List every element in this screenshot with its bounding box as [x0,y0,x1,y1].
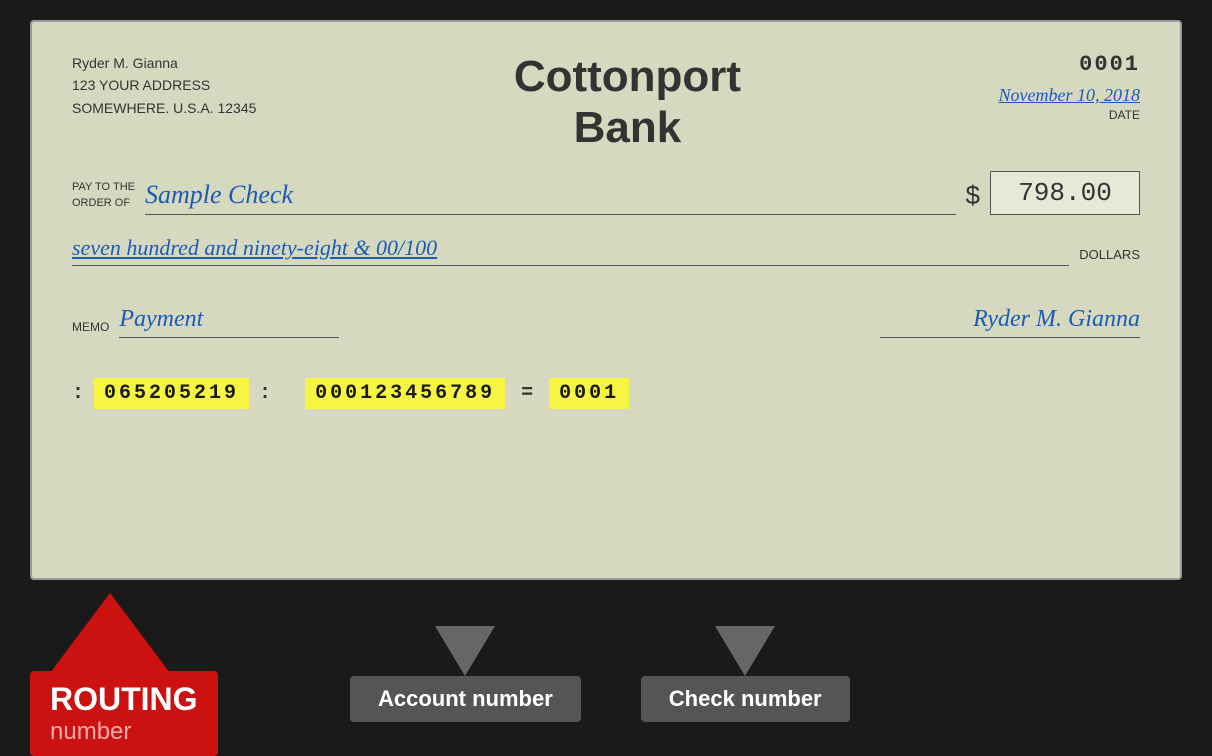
routing-label-container: ROUTING number [30,593,250,756]
amount-box: 798.00 [990,171,1140,215]
written-amount: seven hundred and ninety-eight & 00/100 [72,235,1069,266]
pay-to-label: PAY TO THE ORDER OF [72,180,135,215]
date-label: DATE [999,108,1140,122]
routing-label-line1: ROUTING [50,681,198,718]
holder-address1: 123 YOUR ADDRESS [72,74,256,96]
account-arrow-icon [435,626,495,676]
account-holder-address: Ryder M. Gianna 123 YOUR ADDRESS SOMEWHE… [72,52,256,119]
check-arrow-icon [715,626,775,676]
dollars-label: DOLLARS [1079,247,1140,266]
date-value: November 10, 2018 [999,85,1140,106]
holder-name: Ryder M. Gianna [72,52,256,74]
dollar-sign: $ [966,180,980,215]
micr-symbol-left: : [72,382,84,405]
bottom-area: ROUTING number Account number Check numb… [0,604,1212,744]
routing-arrow-icon [50,593,170,673]
pay-to-name: Sample Check [145,180,956,215]
routing-text-box: ROUTING number [30,671,218,756]
pay-to-row: PAY TO THE ORDER OF Sample Check $ 798.0… [72,171,1140,215]
check-number-top: 0001 [999,52,1140,77]
check-label-container: Check number [641,626,850,722]
bank-name: Cottonport Bank [514,52,741,153]
check-label-box: Check number [641,676,850,722]
check-top-row: Ryder M. Gianna 123 YOUR ADDRESS SOMEWHE… [72,52,1140,153]
micr-account-separator: = [521,382,533,405]
date-area: November 10, 2018 DATE [999,85,1140,122]
signature-area: Ryder M. Gianna [880,306,1140,338]
top-right: 0001 November 10, 2018 DATE [999,52,1140,122]
micr-check-number: 0001 [549,378,629,409]
check-body: Ryder M. Gianna 123 YOUR ADDRESS SOMEWHE… [30,20,1182,580]
micr-symbol-right: : [259,382,271,405]
micr-line: : 065205219 : 000123456789 = 0001 [72,378,1140,409]
signature-value: Ryder M. Gianna [973,306,1140,332]
routing-label-line2: number [50,718,198,746]
memo-value: Payment [119,306,339,338]
micr-account: 000123456789 [305,378,505,409]
micr-routing: 065205219 [94,378,249,409]
account-label-box: Account number [350,676,581,722]
written-amount-row: seven hundred and ninety-eight & 00/100 … [72,235,1140,266]
memo-row: MEMO Payment Ryder M. Gianna [72,306,1140,338]
holder-address2: SOMEWHERE. U.S.A. 12345 [72,97,256,119]
memo-left: MEMO Payment [72,306,870,338]
memo-label: MEMO [72,320,109,338]
account-label-container: Account number [350,626,581,722]
account-number-label: Account number [378,686,553,711]
check-number-label: Check number [669,686,822,711]
